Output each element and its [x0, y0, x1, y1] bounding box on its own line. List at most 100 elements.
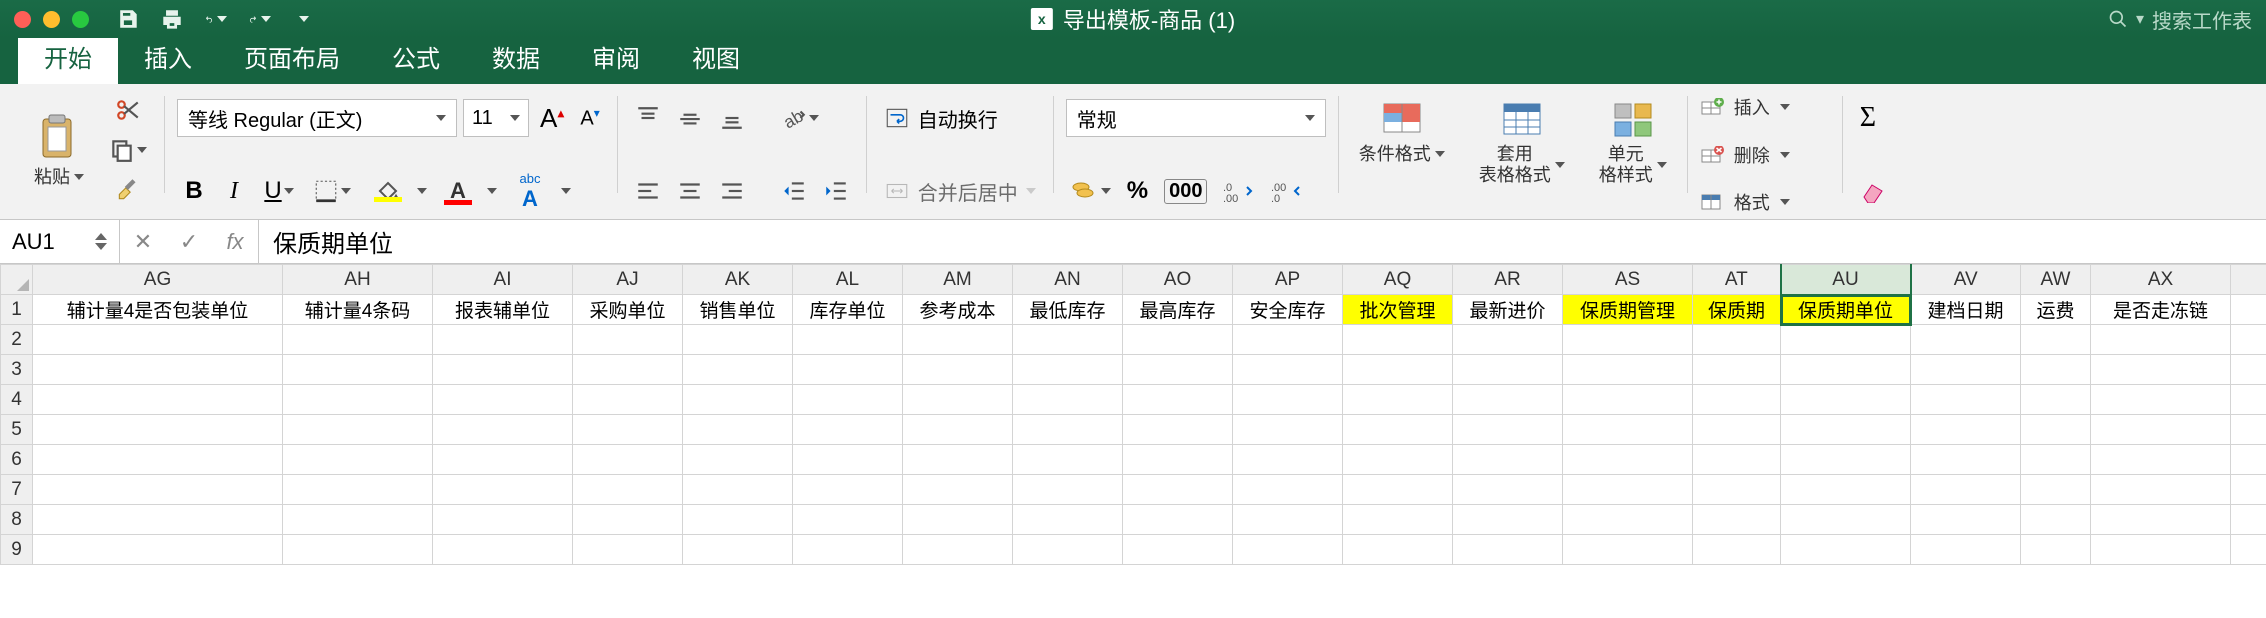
cell-AT4[interactable] [1693, 385, 1781, 415]
undo-icon[interactable] [205, 8, 227, 30]
cell-AT1[interactable]: 保质期 [1693, 295, 1781, 325]
cell-AO5[interactable] [1123, 415, 1233, 445]
cell-AP2[interactable] [1233, 325, 1343, 355]
cut-button[interactable] [104, 94, 152, 126]
cell-AM7[interactable] [903, 475, 1013, 505]
cell-AR7[interactable] [1453, 475, 1563, 505]
cell-AV9[interactable] [1911, 535, 2021, 565]
select-all-corner[interactable] [1, 265, 33, 295]
cell-AG4[interactable] [33, 385, 283, 415]
cell-AY9[interactable] [2231, 535, 2266, 565]
cell-AM2[interactable] [903, 325, 1013, 355]
cell-styles-button[interactable]: 单元 格样式 [1591, 98, 1675, 187]
cell-AS1[interactable]: 保质期管理 [1563, 295, 1693, 325]
cell-AP9[interactable] [1233, 535, 1343, 565]
cell-AR3[interactable] [1453, 355, 1563, 385]
cell-AS5[interactable] [1563, 415, 1693, 445]
cell-AW5[interactable] [2021, 415, 2091, 445]
column-header-AN[interactable]: AN [1013, 265, 1123, 295]
merge-center-button[interactable]: 合并后居中 [879, 174, 1041, 209]
cell-AU8[interactable] [1781, 505, 1911, 535]
cell-AH5[interactable] [283, 415, 433, 445]
align-center-button[interactable] [672, 175, 708, 207]
cell-AH8[interactable] [283, 505, 433, 535]
font-size-combo[interactable]: 11 [463, 99, 529, 137]
italic-button[interactable]: I [217, 175, 251, 208]
cell-AU5[interactable] [1781, 415, 1911, 445]
cell-AN9[interactable] [1013, 535, 1123, 565]
cell-AM5[interactable] [903, 415, 1013, 445]
cell-AT6[interactable] [1693, 445, 1781, 475]
clear-button[interactable] [1855, 176, 1893, 206]
cell-AY6[interactable] [2231, 445, 2266, 475]
cell-AW6[interactable] [2021, 445, 2091, 475]
cell-AS7[interactable] [1563, 475, 1693, 505]
cell-AS6[interactable] [1563, 445, 1693, 475]
cell-AU6[interactable] [1781, 445, 1911, 475]
zoom-window-icon[interactable] [72, 11, 89, 28]
column-header-AH[interactable]: AH [283, 265, 433, 295]
cell-AJ2[interactable] [573, 325, 683, 355]
cell-AS9[interactable] [1563, 535, 1693, 565]
cell-AR5[interactable] [1453, 415, 1563, 445]
print-icon[interactable] [161, 8, 183, 30]
font-color-button[interactable]: A [433, 175, 483, 208]
cell-AM9[interactable] [903, 535, 1013, 565]
cell-AJ8[interactable] [573, 505, 683, 535]
row-header-6[interactable]: 6 [1, 445, 33, 475]
cell-AO3[interactable] [1123, 355, 1233, 385]
redo-icon[interactable] [249, 8, 271, 30]
copy-button[interactable] [104, 134, 152, 166]
cell-AM6[interactable] [903, 445, 1013, 475]
cell-AK2[interactable] [683, 325, 793, 355]
cell-AI5[interactable] [433, 415, 573, 445]
cell-AJ5[interactable] [573, 415, 683, 445]
cell-AN6[interactable] [1013, 445, 1123, 475]
cell-AX3[interactable] [2091, 355, 2231, 385]
cell-AL4[interactable] [793, 385, 903, 415]
cell-AW7[interactable] [2021, 475, 2091, 505]
cancel-formula-button[interactable]: ✕ [120, 229, 166, 255]
cell-AY5[interactable] [2231, 415, 2266, 445]
cell-AX2[interactable] [2091, 325, 2231, 355]
cell-AL2[interactable] [793, 325, 903, 355]
cell-AW2[interactable] [2021, 325, 2091, 355]
increase-indent-button[interactable] [818, 175, 854, 207]
cell-AV4[interactable] [1911, 385, 2021, 415]
align-left-button[interactable] [630, 175, 666, 207]
cell-AO6[interactable] [1123, 445, 1233, 475]
cell-AT3[interactable] [1693, 355, 1781, 385]
cell-AS3[interactable] [1563, 355, 1693, 385]
column-header-AX[interactable]: AX [2091, 265, 2231, 295]
cell-AP8[interactable] [1233, 505, 1343, 535]
insert-cells-button[interactable]: 插入 [1700, 94, 1830, 120]
name-box[interactable]: AU1 [0, 220, 120, 263]
cell-AK6[interactable] [683, 445, 793, 475]
cell-AP7[interactable] [1233, 475, 1343, 505]
cell-AW3[interactable] [2021, 355, 2091, 385]
cell-AR4[interactable] [1453, 385, 1563, 415]
cell-AU7[interactable] [1781, 475, 1911, 505]
cell-AV7[interactable] [1911, 475, 2021, 505]
cell-AJ4[interactable] [573, 385, 683, 415]
decrease-font-button[interactable]: A▾ [575, 103, 604, 134]
fill-color-button[interactable] [363, 178, 413, 205]
phonetic-button[interactable]: abcA [503, 168, 557, 215]
cell-AW9[interactable] [2021, 535, 2091, 565]
increase-decimal-button[interactable]: .0.00 [1218, 176, 1260, 206]
cell-AI6[interactable] [433, 445, 573, 475]
cell-AL8[interactable] [793, 505, 903, 535]
cell-AQ1[interactable]: 批次管理 [1343, 295, 1453, 325]
format-as-table-button[interactable]: 套用 表格格式 [1471, 98, 1573, 187]
cell-AK3[interactable] [683, 355, 793, 385]
cell-AH9[interactable] [283, 535, 433, 565]
paste-button[interactable]: 粘贴 [26, 111, 92, 190]
cell-AV3[interactable] [1911, 355, 2021, 385]
cell-AL7[interactable] [793, 475, 903, 505]
format-painter-button[interactable] [104, 174, 152, 206]
column-header-AI[interactable]: AI [433, 265, 573, 295]
row-header-1[interactable]: 1 [1, 295, 33, 325]
column-header-AT[interactable]: AT [1693, 265, 1781, 295]
row-header-5[interactable]: 5 [1, 415, 33, 445]
cell-AU4[interactable] [1781, 385, 1911, 415]
